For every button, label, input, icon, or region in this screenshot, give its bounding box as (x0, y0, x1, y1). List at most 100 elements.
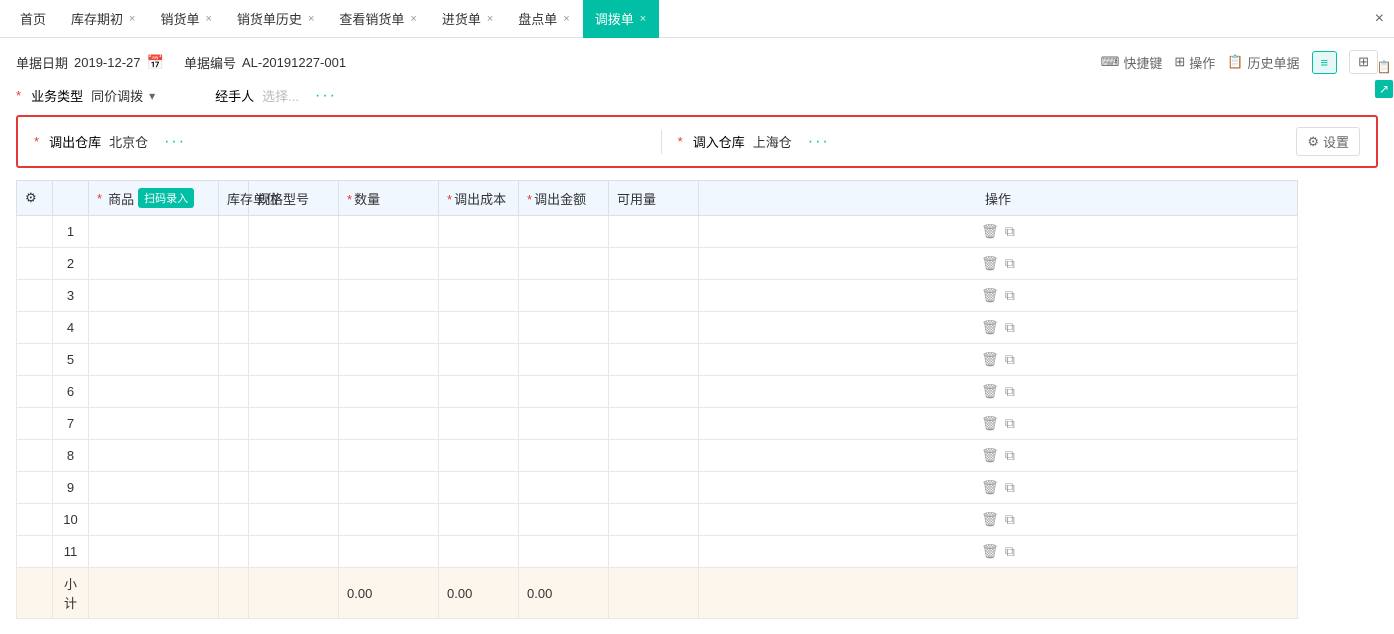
row-unit-5[interactable] (219, 344, 249, 376)
row-avail-1[interactable] (609, 216, 699, 248)
calendar-icon[interactable]: 📅 (147, 54, 164, 71)
delete-row-icon-8[interactable]: 🗑 (981, 447, 999, 464)
row-qty-5[interactable] (339, 344, 439, 376)
warehouse-out-more-btn[interactable]: ··· (156, 133, 194, 151)
layout-btn-1[interactable]: ≡ (1312, 51, 1338, 74)
tab-sales-history[interactable]: 销货单历史 × (225, 0, 327, 38)
row-cost-3[interactable] (439, 280, 519, 312)
copy-row-icon-9[interactable]: ⧉ (1005, 479, 1015, 496)
row-amount-4[interactable] (519, 312, 609, 344)
row-avail-4[interactable] (609, 312, 699, 344)
row-spec-9[interactable] (249, 472, 339, 504)
row-cost-1[interactable] (439, 216, 519, 248)
row-product-10[interactable] (89, 504, 219, 536)
row-qty-9[interactable] (339, 472, 439, 504)
tab-close-inventory-init[interactable]: × (129, 13, 135, 25)
row-spec-2[interactable] (249, 248, 339, 280)
row-amount-5[interactable] (519, 344, 609, 376)
row-spec-1[interactable] (249, 216, 339, 248)
row-qty-1[interactable] (339, 216, 439, 248)
settings-button[interactable]: ⚙ 设置 (1296, 127, 1360, 156)
row-avail-3[interactable] (609, 280, 699, 312)
copy-row-icon-3[interactable]: ⧉ (1005, 287, 1015, 304)
row-amount-11[interactable] (519, 536, 609, 568)
tab-purchase-order[interactable]: 进货单 × (430, 0, 506, 38)
th-gear[interactable]: ⚙ (17, 181, 53, 216)
row-product-4[interactable] (89, 312, 219, 344)
delete-row-icon-2[interactable]: 🗑 (981, 255, 999, 272)
row-avail-5[interactable] (609, 344, 699, 376)
tab-sales-order[interactable]: 销货单 × (148, 0, 224, 38)
row-qty-8[interactable] (339, 440, 439, 472)
row-amount-8[interactable] (519, 440, 609, 472)
warehouse-in-more-btn[interactable]: ··· (800, 133, 838, 151)
delete-row-icon-11[interactable]: 🗑 (981, 543, 999, 560)
row-amount-10[interactable] (519, 504, 609, 536)
tab-transfer-order[interactable]: 调拨单 × (583, 0, 659, 38)
row-cost-8[interactable] (439, 440, 519, 472)
copy-row-icon-1[interactable]: ⧉ (1005, 223, 1015, 240)
row-unit-7[interactable] (219, 408, 249, 440)
copy-row-icon-4[interactable]: ⧉ (1005, 319, 1015, 336)
business-type-select[interactable]: 同价调拨 ▾ (91, 86, 155, 105)
delete-row-icon-4[interactable]: 🗑 (981, 319, 999, 336)
delete-row-icon-5[interactable]: 🗑 (981, 351, 999, 368)
row-spec-8[interactable] (249, 440, 339, 472)
tab-view-sales[interactable]: 查看销货单 × (327, 0, 429, 38)
row-unit-8[interactable] (219, 440, 249, 472)
delete-row-icon-1[interactable]: 🗑 (981, 223, 999, 240)
row-spec-5[interactable] (249, 344, 339, 376)
tab-close-sales-history[interactable]: × (308, 13, 314, 25)
row-product-9[interactable] (89, 472, 219, 504)
row-amount-7[interactable] (519, 408, 609, 440)
window-close-button[interactable]: × (1375, 10, 1384, 28)
row-qty-2[interactable] (339, 248, 439, 280)
row-product-1[interactable] (89, 216, 219, 248)
delete-row-icon-7[interactable]: 🗑 (981, 415, 999, 432)
row-qty-10[interactable] (339, 504, 439, 536)
row-amount-6[interactable] (519, 376, 609, 408)
delete-row-icon-10[interactable]: 🗑 (981, 511, 999, 528)
scan-entry-button[interactable]: 扫码录入 (138, 188, 194, 208)
row-cost-7[interactable] (439, 408, 519, 440)
row-spec-3[interactable] (249, 280, 339, 312)
delete-row-icon-9[interactable]: 🗑 (981, 479, 999, 496)
row-amount-9[interactable] (519, 472, 609, 504)
delete-row-icon-6[interactable]: 🗑 (981, 383, 999, 400)
sidebar-expand-btn[interactable]: ↗ (1375, 80, 1393, 98)
operations-button[interactable]: ⊞ 操作 (1174, 53, 1215, 72)
person-more-btn[interactable]: ··· (307, 87, 345, 105)
row-unit-6[interactable] (219, 376, 249, 408)
row-spec-7[interactable] (249, 408, 339, 440)
row-avail-8[interactable] (609, 440, 699, 472)
row-avail-11[interactable] (609, 536, 699, 568)
copy-row-icon-6[interactable]: ⧉ (1005, 383, 1015, 400)
tab-home[interactable]: 首页 (8, 0, 59, 38)
copy-row-icon-10[interactable]: ⧉ (1005, 511, 1015, 528)
row-product-8[interactable] (89, 440, 219, 472)
tab-inventory-init[interactable]: 库存期初 × (59, 0, 148, 38)
tab-close-view-sales[interactable]: × (410, 13, 416, 25)
row-avail-2[interactable] (609, 248, 699, 280)
copy-row-icon-2[interactable]: ⧉ (1005, 255, 1015, 272)
tab-inventory-count[interactable]: 盘点单 × (506, 0, 582, 38)
row-cost-4[interactable] (439, 312, 519, 344)
tab-close-sales-order[interactable]: × (205, 13, 211, 25)
row-unit-1[interactable] (219, 216, 249, 248)
row-unit-2[interactable] (219, 248, 249, 280)
person-select[interactable]: 选择... (262, 86, 299, 105)
delete-row-icon-3[interactable]: 🗑 (981, 287, 999, 304)
row-spec-10[interactable] (249, 504, 339, 536)
row-qty-7[interactable] (339, 408, 439, 440)
row-avail-6[interactable] (609, 376, 699, 408)
history-button[interactable]: 📋 历史单据 (1227, 53, 1299, 72)
row-product-3[interactable] (89, 280, 219, 312)
copy-row-icon-5[interactable]: ⧉ (1005, 351, 1015, 368)
row-cost-9[interactable] (439, 472, 519, 504)
row-spec-11[interactable] (249, 536, 339, 568)
row-product-11[interactable] (89, 536, 219, 568)
sidebar-notes-btn[interactable]: 📋 (1375, 58, 1393, 76)
row-qty-11[interactable] (339, 536, 439, 568)
row-amount-1[interactable] (519, 216, 609, 248)
row-cost-6[interactable] (439, 376, 519, 408)
